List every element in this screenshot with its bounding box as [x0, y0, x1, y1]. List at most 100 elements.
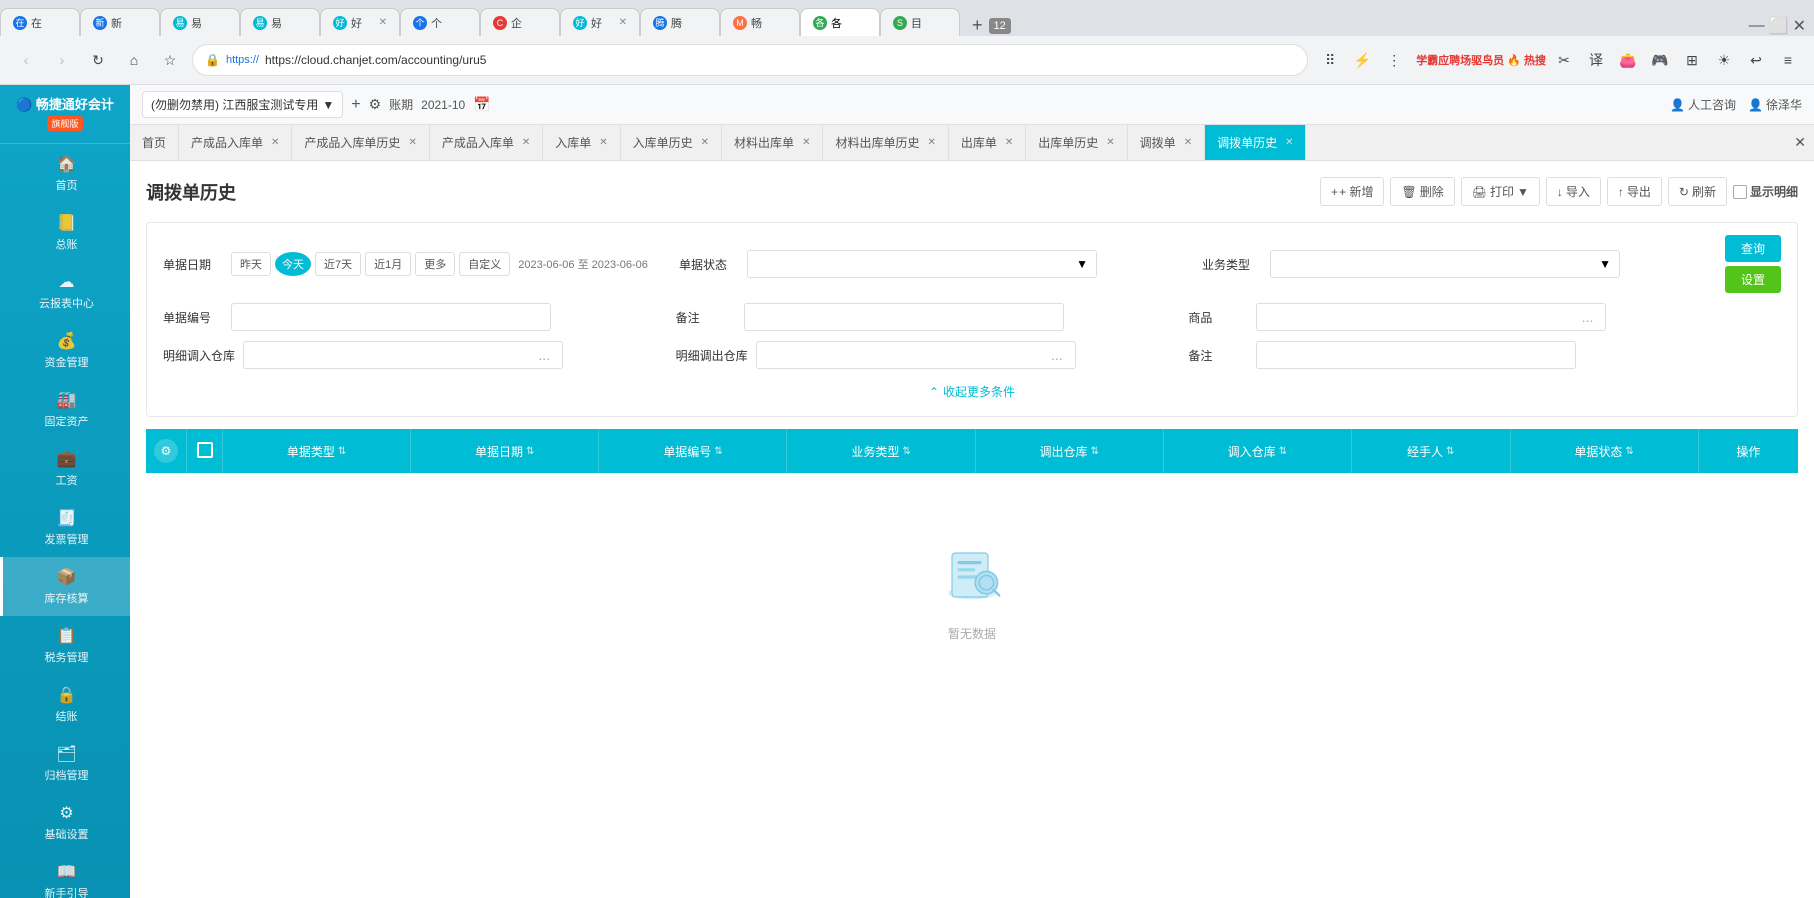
translate-btn[interactable]: 译	[1582, 46, 1610, 74]
query-btn[interactable]: 查询	[1725, 235, 1781, 262]
wallet-btn[interactable]: 👛	[1614, 46, 1642, 74]
type-sort[interactable]: 单据类型 ⇅	[231, 443, 402, 460]
browser-tab-4[interactable]: 易 易	[240, 8, 320, 36]
url-bar[interactable]: 🔒 https:// https://cloud.chanjet.com/acc…	[192, 44, 1308, 76]
browser-tab-7[interactable]: C 企	[480, 8, 560, 36]
note2-input[interactable]	[1256, 341, 1576, 369]
select-all-checkbox[interactable]	[197, 442, 213, 458]
date-sort[interactable]: 单据日期 ⇅	[419, 443, 590, 460]
status-select[interactable]: ▼	[747, 250, 1097, 278]
biz-col-header[interactable]: 业务类型 ⇅	[787, 429, 975, 473]
status-sort[interactable]: 单据状态 ⇅	[1519, 443, 1690, 460]
page-tab-prod-in2[interactable]: 产成品入库单 ✕	[430, 125, 543, 161]
maximize-btn[interactable]: ⬜	[1769, 16, 1789, 36]
page-tab-transfer-hist[interactable]: 调拨单历史 ✕	[1205, 125, 1306, 161]
sidebar-item-close[interactable]: 🔒 结账	[0, 675, 130, 734]
browser-tab-9[interactable]: 腾 腾	[640, 8, 720, 36]
sun-btn[interactable]: ☀	[1710, 46, 1738, 74]
handler-col-header[interactable]: 经手人 ⇅	[1351, 429, 1510, 473]
date-custom-btn[interactable]: 自定义	[459, 252, 510, 276]
browser-tab-8[interactable]: 好 好 ✕	[560, 8, 640, 36]
page-tab-transfer[interactable]: 调拨单 ✕	[1128, 125, 1205, 161]
collapse-btn[interactable]: ⌃ 收起更多条件	[163, 379, 1781, 404]
page-tab-out-close[interactable]: ✕	[1005, 137, 1013, 148]
page-tab-prod-in-close[interactable]: ✕	[271, 137, 279, 148]
extensions-btn[interactable]: ⠿	[1316, 46, 1344, 74]
page-tab-in-order-close[interactable]: ✕	[599, 137, 607, 148]
close-btn[interactable]: ✕	[1793, 16, 1806, 36]
page-tab-transfer-hist-close[interactable]: ✕	[1285, 137, 1293, 148]
forward-btn[interactable]: ›	[48, 46, 76, 74]
number-sort[interactable]: 单据编号 ⇅	[607, 443, 778, 460]
checkbox-col-header[interactable]	[187, 429, 223, 473]
settings-top-btn[interactable]: ⚙	[369, 96, 382, 113]
tab-close-8[interactable]: ✕	[619, 17, 627, 28]
detail-out-dots[interactable]: ...	[1047, 347, 1067, 363]
in-wh-col-header[interactable]: 调入仓库 ⇅	[1163, 429, 1351, 473]
user-btn[interactable]: 👤 徐泽华	[1748, 96, 1802, 113]
note-input[interactable]	[744, 303, 1064, 331]
page-tab-out-hist[interactable]: 出库单历史 ✕	[1026, 125, 1127, 161]
sidebar-item-stock[interactable]: 📦 库存核算	[0, 557, 130, 616]
undo-btn[interactable]: ↩	[1742, 46, 1770, 74]
page-tab-prod-in2-close[interactable]: ✕	[522, 137, 530, 148]
print-btn[interactable]: 🖨 打印 ▼	[1461, 177, 1540, 206]
refresh-btn[interactable]: ↻	[84, 46, 112, 74]
service-btn[interactable]: 👤 人工咨询	[1670, 96, 1736, 113]
export-btn[interactable]: ↑ 导出	[1607, 177, 1662, 206]
setup-btn[interactable]: 设置	[1725, 266, 1781, 293]
settings-col-header[interactable]: ⚙	[146, 429, 187, 473]
type-col-header[interactable]: 单据类型 ⇅	[223, 429, 411, 473]
import-btn[interactable]: ↓ 导入	[1546, 177, 1601, 206]
sidebar-item-ledger[interactable]: 📒 总账	[0, 203, 130, 262]
browser-tab-2[interactable]: 新 新	[80, 8, 160, 36]
sidebar-item-settings[interactable]: ⚙ 基础设置	[0, 793, 130, 852]
sidebar-item-wage[interactable]: 💼 工资	[0, 439, 130, 498]
home-nav-btn[interactable]: ⌂	[120, 46, 148, 74]
browser-tab-11[interactable]: 各 各	[800, 8, 880, 36]
add-company-btn[interactable]: +	[351, 96, 360, 114]
detail-in-dots[interactable]: ...	[534, 347, 554, 363]
page-tab-in-hist[interactable]: 入库单历史 ✕	[621, 125, 722, 161]
new-btn[interactable]: + + 新增	[1320, 177, 1384, 206]
browser-tab-3[interactable]: 易 易	[160, 8, 240, 36]
new-tab-btn[interactable]: +	[972, 15, 983, 36]
delete-btn[interactable]: 🗑 删除	[1390, 177, 1454, 206]
game-btn[interactable]: 🎮	[1646, 46, 1674, 74]
calendar-icon[interactable]: 📅	[473, 96, 490, 113]
tab-nav-close-btn[interactable]: ✕	[1786, 134, 1814, 151]
sidebar-item-home[interactable]: 🏠 首页	[0, 144, 130, 203]
page-tab-out[interactable]: 出库单 ✕	[949, 125, 1026, 161]
sidebar-item-archive[interactable]: 🗂 归档管理	[0, 734, 130, 793]
in-wh-sort[interactable]: 调入仓库 ⇅	[1172, 443, 1343, 460]
date-1month-btn[interactable]: 近1月	[365, 252, 411, 276]
detail-out-select[interactable]: ...	[756, 341, 1076, 369]
page-tab-out-hist-close[interactable]: ✕	[1106, 137, 1114, 148]
sidebar-item-guide[interactable]: 📖 新手引导	[0, 852, 130, 898]
date-7days-btn[interactable]: 近7天	[315, 252, 361, 276]
page-tab-home[interactable]: 首页	[130, 125, 179, 161]
scissors-btn[interactable]: ✂	[1550, 46, 1578, 74]
menu-btn[interactable]: ≡	[1774, 46, 1802, 74]
browser-tab-1[interactable]: 在 在	[0, 8, 80, 36]
gear-settings-icon[interactable]: ⚙	[154, 439, 178, 463]
goods-select[interactable]: ...	[1256, 303, 1606, 331]
page-tab-in-order[interactable]: 入库单 ✕	[543, 125, 620, 161]
detail-in-select[interactable]: ...	[243, 341, 563, 369]
page-tab-mat-out-close[interactable]: ✕	[802, 137, 810, 148]
page-tab-transfer-close[interactable]: ✕	[1184, 137, 1192, 148]
browser-tab-5[interactable]: 好 好 ✕	[320, 8, 400, 36]
grid-btn[interactable]: ⊞	[1678, 46, 1706, 74]
biz-select[interactable]: ▼	[1270, 250, 1620, 278]
date-today-btn[interactable]: 今天	[275, 252, 311, 276]
browser-tab-10[interactable]: M 畅	[720, 8, 800, 36]
favorite-btn[interactable]: ☆	[156, 46, 184, 74]
sidebar-item-fixed[interactable]: 🏭 固定资产	[0, 380, 130, 439]
date-col-header[interactable]: 单据日期 ⇅	[411, 429, 599, 473]
sidebar-item-capital[interactable]: 💰 资金管理	[0, 321, 130, 380]
more-btn[interactable]: ⋮	[1380, 46, 1408, 74]
date-more-btn[interactable]: 更多	[415, 252, 455, 276]
page-tab-mat-out-hist-close[interactable]: ✕	[927, 137, 935, 148]
tab-close-5[interactable]: ✕	[379, 17, 387, 28]
number-col-header[interactable]: 单据编号 ⇅	[599, 429, 787, 473]
